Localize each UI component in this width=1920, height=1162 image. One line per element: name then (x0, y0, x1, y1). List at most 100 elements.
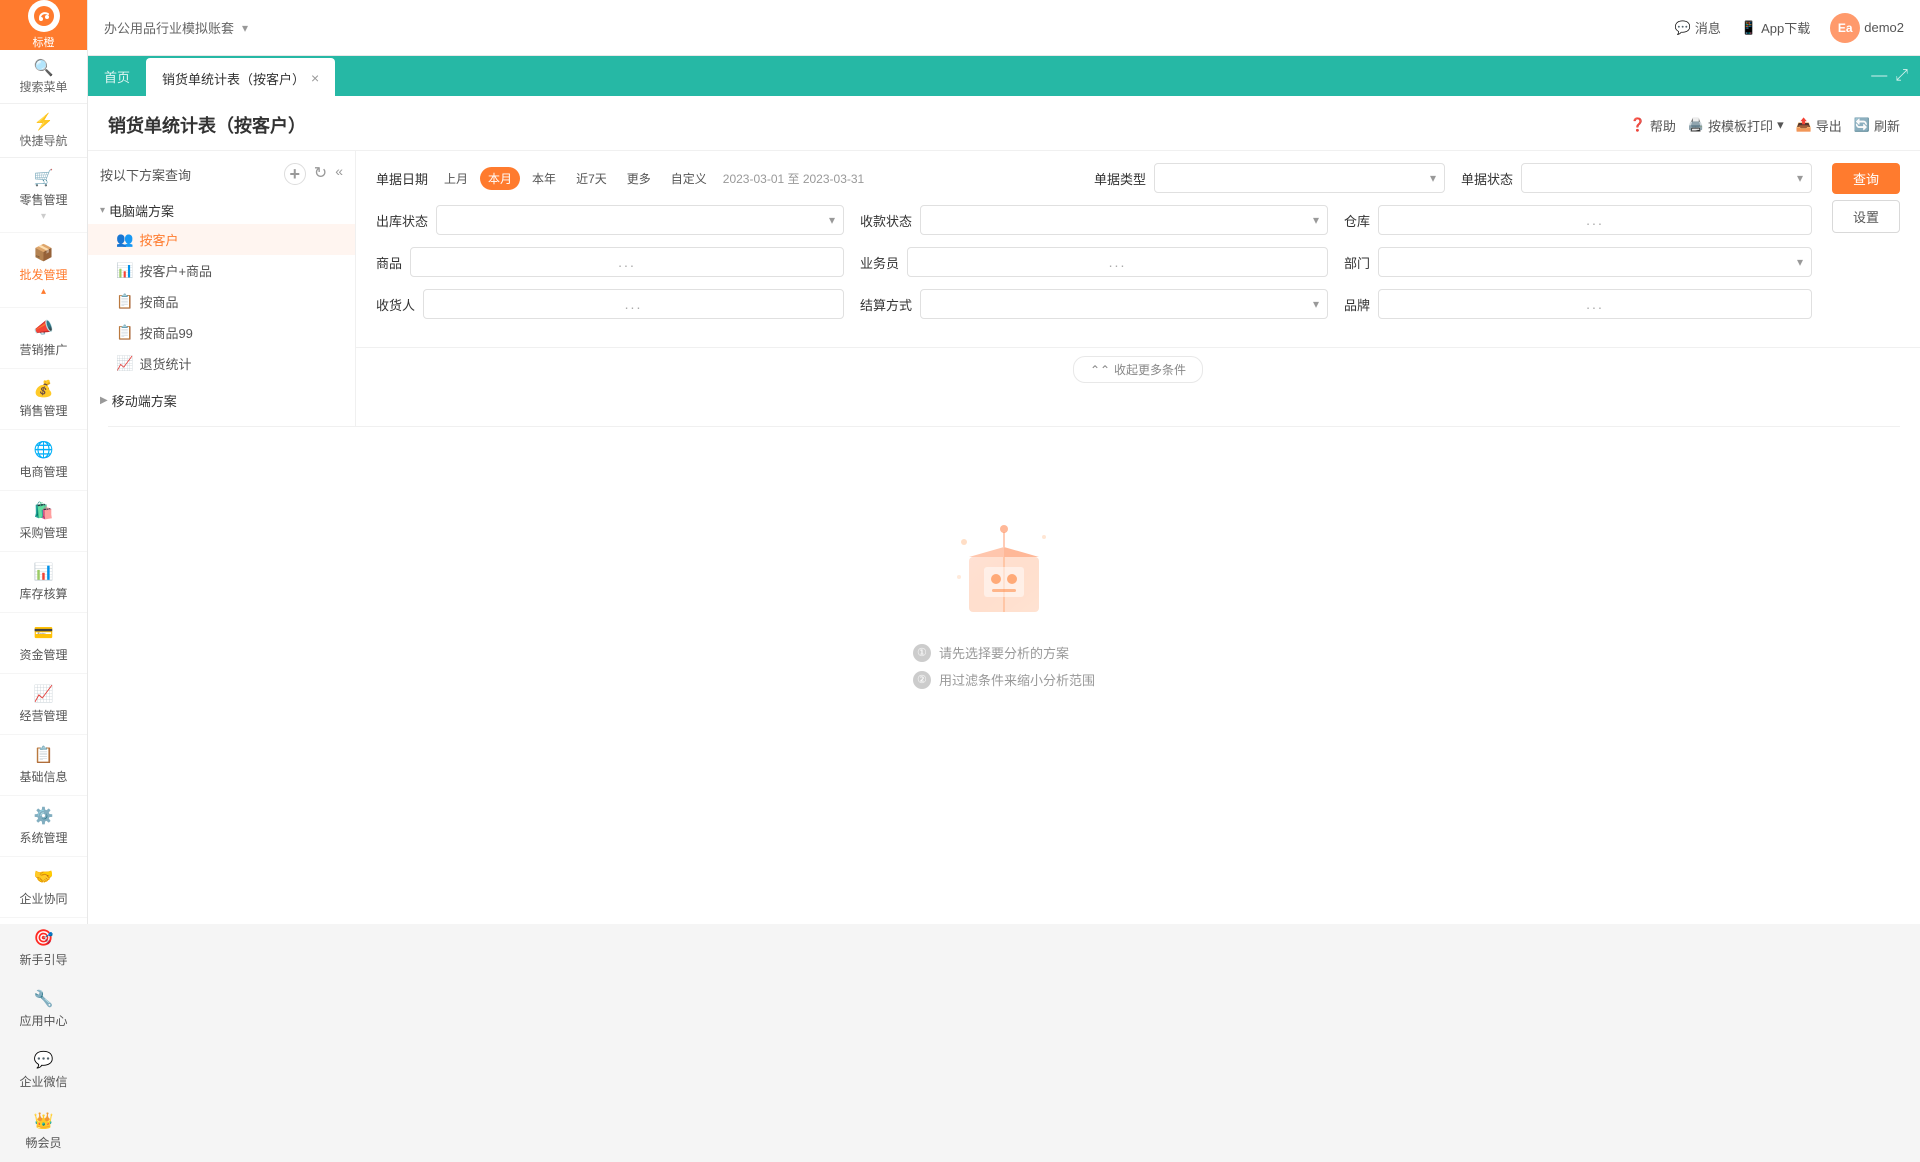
minimize-icon[interactable]: — (1871, 67, 1887, 85)
date-option-more[interactable]: 更多 (619, 167, 659, 190)
sales-icon: 💰 (34, 379, 54, 399)
sidebar-item-enterprise[interactable]: 🤝 企业协同 (0, 857, 87, 918)
basic-label: 基础信息 (19, 768, 67, 785)
scheme-item-return[interactable]: 📈 退货统计 (88, 348, 355, 379)
sidebar: 标橙 🔍 搜索菜单 ⚡ 快捷导航 🛒 零售管理 ▾ 📦 批发管理 ▴ 📣 营销推… (0, 0, 88, 924)
sidebar-quick-nav[interactable]: ⚡ 快捷导航 (0, 104, 87, 158)
sidebar-item-newbie[interactable]: 🎯 新手引导 (0, 918, 87, 979)
sidebar-item-appcenter[interactable]: 🔧 应用中心 (0, 979, 87, 1040)
message-button[interactable]: 💬 消息 (1675, 18, 1721, 37)
mobile-section-label: 移动端方案 (112, 391, 177, 410)
date-option-this-year[interactable]: 本年 (524, 167, 564, 190)
brand-select[interactable]: ... (1378, 289, 1812, 319)
settlement-arrow: ▾ (1313, 297, 1319, 311)
export-icon: 📤 (1796, 117, 1812, 133)
date-option-this-month[interactable]: 本月 (480, 167, 520, 190)
header-left: 办公用品行业模拟账套 ▾ (104, 18, 248, 37)
product-select[interactable]: ... (410, 247, 844, 277)
scheme-panel: 按以下方案查询 + ↻ « ▾ 电脑端方案 👥 按客户 (88, 151, 356, 426)
app-download-button[interactable]: 📱 App下载 (1741, 18, 1810, 37)
scheme-add-icon[interactable]: + (284, 163, 306, 185)
department-select[interactable]: ▾ (1378, 247, 1812, 277)
sidebar-item-purchase[interactable]: 🛍️ 采购管理 (0, 491, 87, 552)
finance-label: 资金管理 (19, 646, 67, 663)
maximize-icon[interactable]: ⤢ (1895, 67, 1908, 85)
sidebar-item-member[interactable]: 👑 畅会员 (0, 1101, 87, 1162)
date-option-last-month[interactable]: 上月 (436, 167, 476, 190)
date-option-7days[interactable]: 近7天 (568, 167, 615, 190)
salesperson-select[interactable]: ... (907, 247, 1328, 277)
product-scheme-label: 按商品 (139, 292, 178, 311)
empty-tip-2: ② 用过滤条件来缩小分析范围 (913, 670, 1095, 689)
department-filter: 部门 ▾ (1344, 247, 1812, 277)
page-actions: ❓ 帮助 🖨️ 按模板打印 ▾ 📤 导出 🔄 刷新 (1630, 116, 1900, 135)
wholesale-arrow: ▴ (41, 286, 46, 297)
tab-active[interactable]: 销货单统计表（按客户） × (146, 58, 335, 98)
ecommerce-icon: 🌐 (34, 440, 54, 460)
user-name: demo2 (1864, 20, 1904, 35)
mobile-section-header[interactable]: ▶ 移动端方案 (88, 387, 355, 414)
brand-dots: ... (1586, 296, 1604, 312)
sidebar-item-wechat[interactable]: 💬 企业微信 (0, 1040, 87, 1101)
sidebar-item-basic[interactable]: 📋 基础信息 (0, 735, 87, 796)
order-status-select[interactable]: ▾ (1521, 163, 1812, 193)
tab-close-button[interactable]: × (311, 70, 319, 86)
sidebar-item-marketing[interactable]: 📣 营销推广 (0, 308, 87, 369)
finance-icon: 💳 (34, 623, 54, 643)
scheme-item-product[interactable]: 📋 按商品 (88, 286, 355, 317)
collapse-label: 收起更多条件 (1114, 361, 1186, 378)
scheme-refresh-icon[interactable]: ↻ (314, 163, 327, 185)
warehouse-select[interactable]: ... (1378, 205, 1812, 235)
sidebar-item-retail[interactable]: 🛒 零售管理 ▾ (0, 158, 87, 233)
sidebar-item-operation[interactable]: 📈 经营管理 (0, 674, 87, 735)
sidebar-item-inventory[interactable]: 📊 库存核算 (0, 552, 87, 613)
outbound-select[interactable]: ▾ (436, 205, 844, 235)
sidebar-item-wholesale[interactable]: 📦 批发管理 ▴ (0, 233, 87, 308)
date-label: 单据日期 (376, 169, 428, 188)
product99-label: 按商品99 (139, 323, 192, 342)
tip-text-2: 用过滤条件来缩小分析范围 (939, 670, 1095, 689)
retail-arrow: ▾ (41, 211, 46, 222)
user-profile[interactable]: Ea demo2 (1830, 13, 1904, 43)
system-icon: ⚙️ (34, 806, 54, 826)
date-option-custom[interactable]: 自定义 (663, 167, 715, 190)
collapse-bar: ⌃⌃ 收起更多条件 (356, 347, 1920, 391)
empty-state: ① 请先选择要分析的方案 ② 用过滤条件来缩小分析范围 (88, 427, 1920, 769)
filter-row-3: 商品 ... 业务员 ... (376, 247, 1812, 277)
payment-filter: 收款状态 ▾ (860, 205, 1328, 235)
operation-icon: 📈 (34, 684, 54, 704)
sidebar-item-finance[interactable]: 💳 资金管理 (0, 613, 87, 674)
search-button[interactable]: 查询 (1832, 163, 1900, 194)
help-button[interactable]: ❓ 帮助 (1630, 116, 1676, 135)
scheme-item-customer-product[interactable]: 📊 按客户+商品 (88, 255, 355, 286)
receiver-select[interactable]: ... (423, 289, 844, 319)
collapse-button[interactable]: ⌃⌃ 收起更多条件 (1073, 356, 1203, 383)
product-label: 商品 (376, 253, 402, 272)
settlement-select[interactable]: ▾ (920, 289, 1328, 319)
refresh-button[interactable]: 🔄 刷新 (1854, 116, 1900, 135)
sidebar-search[interactable]: 🔍 搜索菜单 (0, 50, 87, 104)
order-type-select[interactable]: ▾ (1154, 163, 1445, 193)
marketing-icon: 📣 (34, 318, 54, 338)
mobile-scheme-section: ▶ 移动端方案 (88, 387, 355, 414)
desktop-section-header[interactable]: ▾ 电脑端方案 (88, 197, 355, 224)
sidebar-item-system[interactable]: ⚙️ 系统管理 (0, 796, 87, 857)
receiver-dots: ... (625, 296, 643, 312)
payment-select[interactable]: ▾ (920, 205, 1328, 235)
tab-home[interactable]: 首页 (88, 56, 146, 96)
outbound-arrow: ▾ (829, 213, 835, 227)
scheme-item-customer[interactable]: 👥 按客户 (88, 224, 355, 255)
sidebar-item-ecommerce[interactable]: 🌐 电商管理 (0, 430, 87, 491)
header-dropdown-arrow[interactable]: ▾ (242, 21, 248, 35)
settings-button[interactable]: 设置 (1832, 200, 1900, 233)
print-button[interactable]: 🖨️ 按模板打印 ▾ (1688, 116, 1784, 135)
outbound-label: 出库状态 (376, 211, 428, 230)
empty-tips: ① 请先选择要分析的方案 ② 用过滤条件来缩小分析范围 (913, 643, 1095, 689)
scheme-collapse-icon[interactable]: « (335, 163, 343, 185)
export-button[interactable]: 📤 导出 (1796, 116, 1842, 135)
newbie-label: 新手引导 (19, 951, 67, 968)
sidebar-item-sales[interactable]: 💰 销售管理 (0, 369, 87, 430)
scheme-item-product99[interactable]: 📋 按商品99 (88, 317, 355, 348)
message-label: 消息 (1695, 18, 1721, 37)
empty-illustration (944, 507, 1064, 627)
